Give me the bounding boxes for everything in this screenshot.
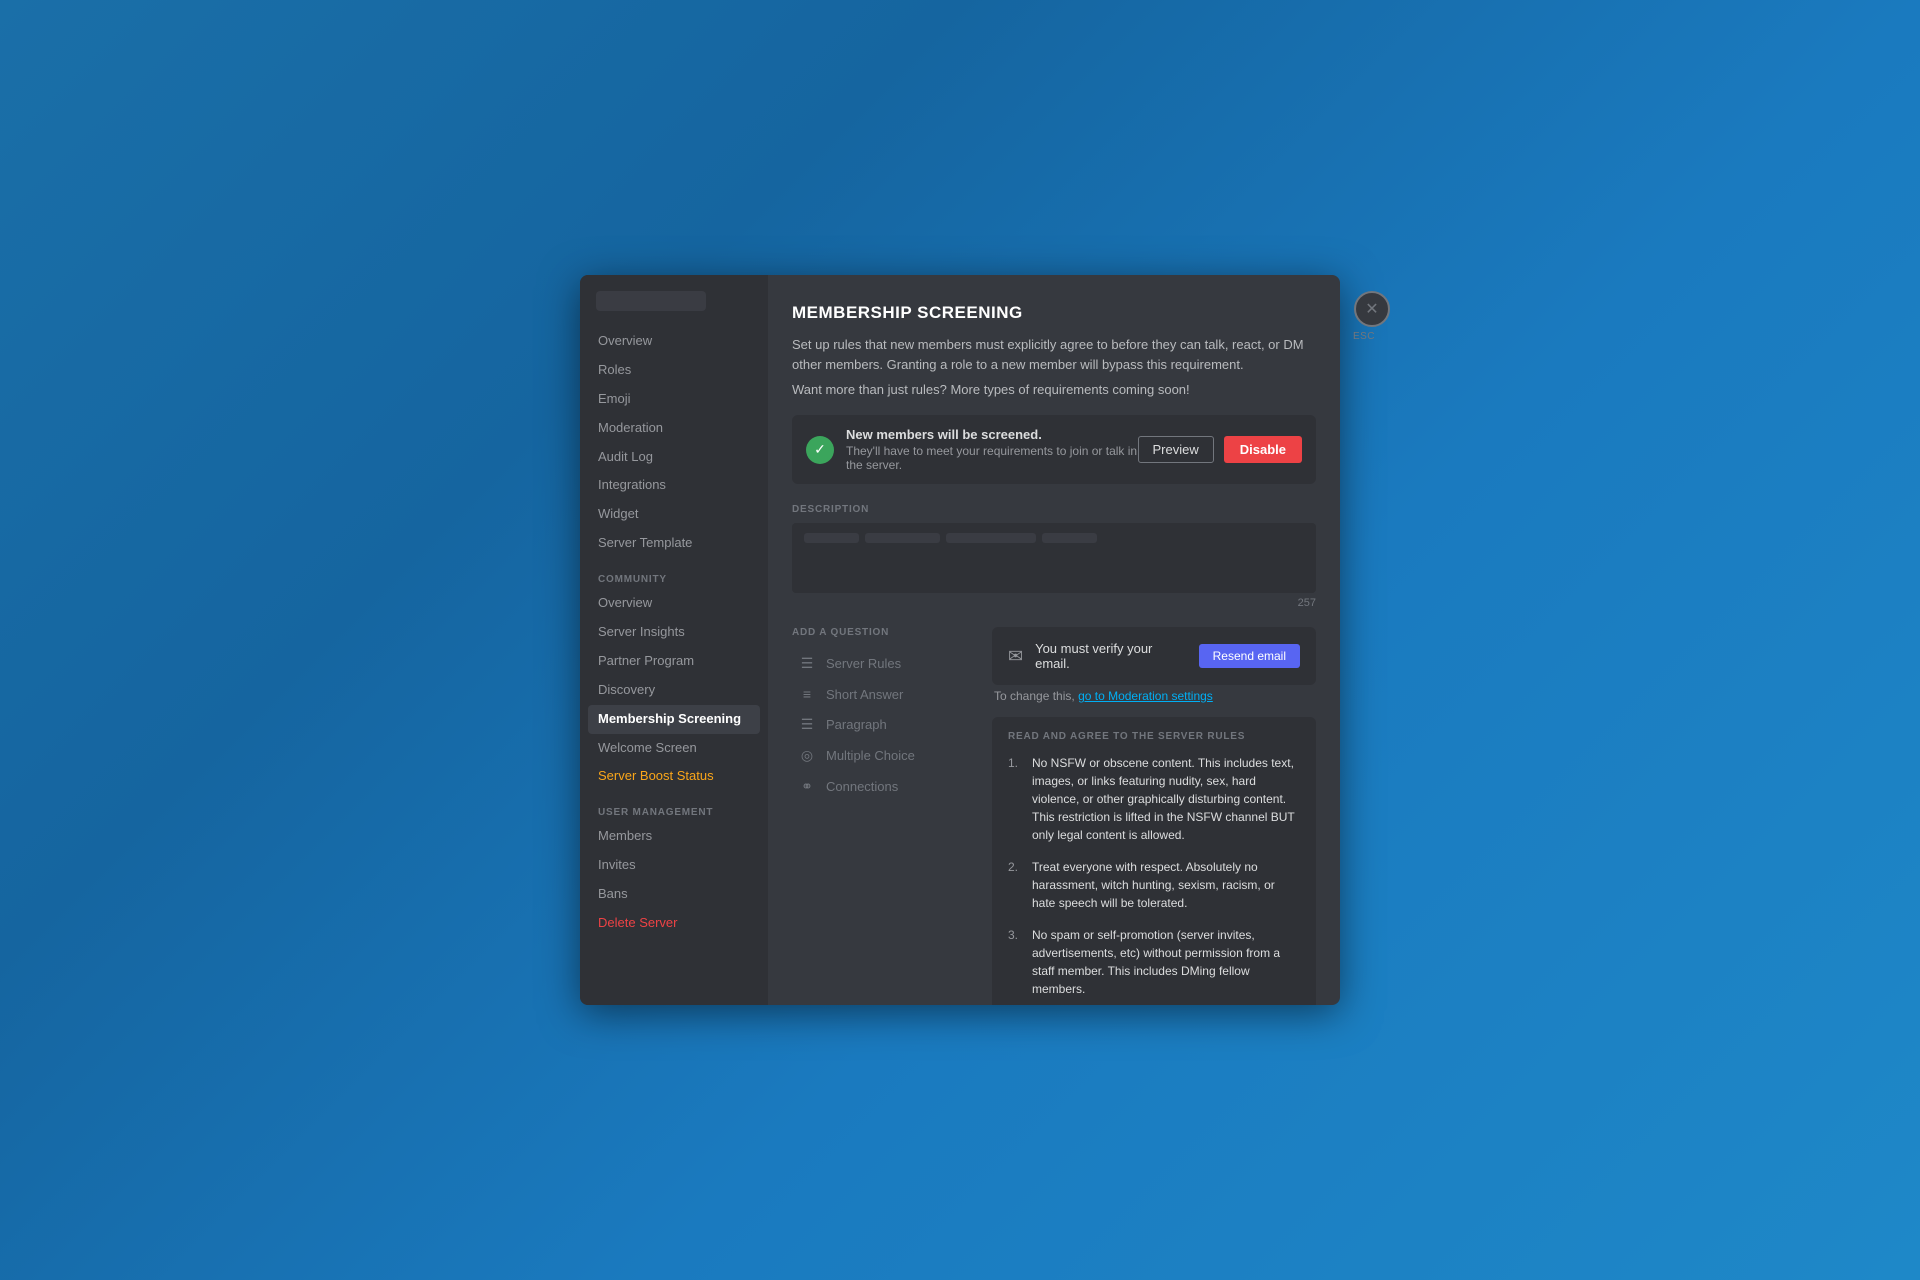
paragraph-icon: ☰ xyxy=(798,716,816,733)
question-option-server-rules[interactable]: ☰ Server Rules xyxy=(792,648,972,679)
sidebar-item-widget[interactable]: Widget xyxy=(588,500,760,529)
sidebar-item-bans[interactable]: Bans xyxy=(588,880,760,909)
char-count: 257 xyxy=(792,597,1316,609)
sidebar-item-welcome-screen[interactable]: Welcome Screen xyxy=(588,734,760,763)
bottom-area: ADD A QUESTION ☰ Server Rules ≡ Short An… xyxy=(792,627,1316,1005)
sidebar-item-moderation[interactable]: Moderation xyxy=(588,414,760,443)
server-rules-icon: ☰ xyxy=(798,655,816,672)
multiple-choice-label: Multiple Choice xyxy=(826,748,915,763)
email-verify-text: You must verify your email. xyxy=(1035,641,1187,671)
coming-soon-text: Want more than just rules? More types of… xyxy=(792,382,1316,397)
short-answer-icon: ≡ xyxy=(798,686,816,702)
settings-modal: Overview Roles Emoji Moderation Audit Lo… xyxy=(580,275,1340,1005)
esc-label: ESC xyxy=(1346,331,1382,342)
paragraph-label: Paragraph xyxy=(826,717,887,732)
community-section-label: Community xyxy=(588,558,760,589)
placeholder-line-1 xyxy=(804,533,859,543)
resend-email-button[interactable]: Resend email xyxy=(1199,644,1300,668)
status-primary-text: New members will be screened. xyxy=(846,427,1138,442)
moderation-prefix-text: To change this, xyxy=(994,689,1075,703)
screened-status-icon: ✓ xyxy=(806,436,834,464)
rules-box: READ AND AGREE TO THE SERVER RULES 1. No… xyxy=(992,717,1316,1005)
add-question-label: ADD A QUESTION xyxy=(792,627,972,638)
rule-1: 1. No NSFW or obscene content. This incl… xyxy=(1008,754,1300,844)
email-verify-box: ✉ You must verify your email. Resend ema… xyxy=(992,627,1316,685)
page-description: Set up rules that new members must expli… xyxy=(792,335,1316,374)
sidebar-item-overview-2[interactable]: Overview xyxy=(588,589,760,618)
sidebar-item-discovery[interactable]: Discovery xyxy=(588,676,760,705)
sidebar-item-server-boost-status[interactable]: Server Boost Status xyxy=(588,762,760,791)
sidebar-item-roles[interactable]: Roles xyxy=(588,356,760,385)
sidebar-item-integrations[interactable]: Integrations xyxy=(588,471,760,500)
status-banner: ✓ New members will be screened. They'll … xyxy=(792,415,1316,484)
main-content: MEMBERSHIP SCREENING Set up rules that n… xyxy=(768,275,1340,1005)
rule-2-text: Treat everyone with respect. Absolutely … xyxy=(1032,858,1300,912)
moderation-link-row: To change this, go to Moderation setting… xyxy=(992,689,1316,703)
description-placeholder xyxy=(804,533,1304,543)
sidebar-item-overview-1[interactable]: Overview xyxy=(588,327,760,356)
short-answer-label: Short Answer xyxy=(826,687,903,702)
server-rules-label: Server Rules xyxy=(826,656,901,671)
multiple-choice-icon: ◎ xyxy=(798,747,816,764)
status-text: New members will be screened. They'll ha… xyxy=(846,427,1138,472)
question-option-paragraph[interactable]: ☰ Paragraph xyxy=(792,709,972,740)
placeholder-line-3 xyxy=(946,533,1036,543)
question-option-connections[interactable]: ⚭ Connections xyxy=(792,771,972,802)
connections-label: Connections xyxy=(826,779,898,794)
email-icon: ✉ xyxy=(1008,646,1023,667)
sidebar: Overview Roles Emoji Moderation Audit Lo… xyxy=(580,275,768,1005)
preview-button[interactable]: Preview xyxy=(1138,436,1214,463)
disable-button[interactable]: Disable xyxy=(1224,436,1302,463)
sidebar-item-partner-program[interactable]: Partner Program xyxy=(588,647,760,676)
description-section-label: DESCRIPTION xyxy=(792,504,1316,515)
rules-label: READ AND AGREE TO THE SERVER RULES xyxy=(1008,731,1300,742)
sidebar-item-emoji[interactable]: Emoji xyxy=(588,385,760,414)
user-management-label: User Management xyxy=(588,791,760,822)
close-button[interactable]: ✕ xyxy=(1354,291,1390,327)
sidebar-item-audit-log[interactable]: Audit Log xyxy=(588,443,760,472)
description-textarea[interactable] xyxy=(792,523,1316,593)
moderation-settings-link[interactable]: go to Moderation settings xyxy=(1078,689,1213,703)
sidebar-item-membership-screening[interactable]: Membership Screening xyxy=(588,705,760,734)
page-title: MEMBERSHIP SCREENING xyxy=(792,303,1316,323)
status-actions: Preview Disable xyxy=(1138,436,1303,463)
sidebar-item-server-template[interactable]: Server Template xyxy=(588,529,760,558)
preview-panel: ✉ You must verify your email. Resend ema… xyxy=(992,627,1316,1005)
server-name-bar xyxy=(596,291,706,311)
rules-list: 1. No NSFW or obscene content. This incl… xyxy=(1008,754,1300,998)
question-option-multiple-choice[interactable]: ◎ Multiple Choice xyxy=(792,740,972,771)
rule-1-text: No NSFW or obscene content. This include… xyxy=(1032,754,1300,844)
placeholder-line-4 xyxy=(1042,533,1097,543)
sidebar-item-delete-server[interactable]: Delete Server xyxy=(588,909,760,938)
sidebar-item-invites[interactable]: Invites xyxy=(588,851,760,880)
sidebar-item-server-insights[interactable]: Server Insights xyxy=(588,618,760,647)
rule-3-text: No spam or self-promotion (server invite… xyxy=(1032,926,1300,998)
connections-icon: ⚭ xyxy=(798,778,816,795)
placeholder-line-2 xyxy=(865,533,940,543)
rule-2: 2. Treat everyone with respect. Absolute… xyxy=(1008,858,1300,912)
rule-3: 3. No spam or self-promotion (server inv… xyxy=(1008,926,1300,998)
status-secondary-text: They'll have to meet your requirements t… xyxy=(846,444,1138,472)
add-question-panel: ADD A QUESTION ☰ Server Rules ≡ Short An… xyxy=(792,627,972,1005)
question-option-short-answer[interactable]: ≡ Short Answer xyxy=(792,679,972,709)
sidebar-item-members[interactable]: Members xyxy=(588,822,760,851)
